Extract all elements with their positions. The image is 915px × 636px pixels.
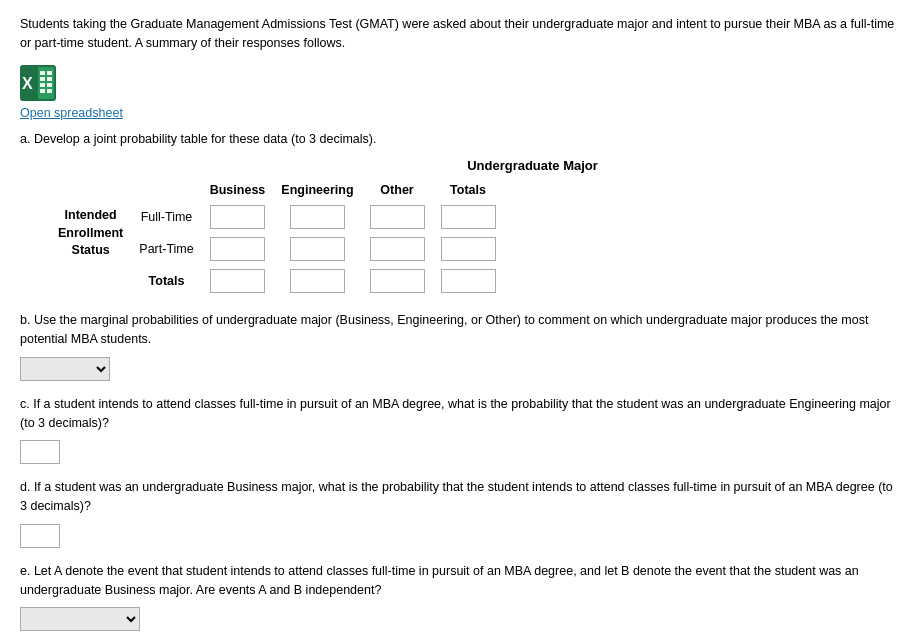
probability-table: Business Engineering Other Totals Intend…	[50, 179, 504, 297]
table-container: Undergraduate Major Business Engineering…	[50, 158, 895, 297]
col-header-totals: Totals	[433, 179, 504, 201]
question-c-label: c. If a student intends to attend classe…	[20, 395, 895, 433]
input-parttime-engineering[interactable]	[290, 237, 345, 261]
question-a: a. Develop a joint probability table for…	[20, 130, 895, 298]
question-d: d. If a student was an undergraduate Bus…	[20, 478, 895, 548]
fulltime-row-label: Full-Time	[131, 201, 201, 233]
input-parttime-business[interactable]	[210, 237, 265, 261]
col-header-other: Other	[362, 179, 433, 201]
cell-parttime-other[interactable]	[362, 233, 433, 265]
svg-rect-4	[40, 77, 45, 81]
question-c: c. If a student intends to attend classe…	[20, 395, 895, 465]
parttime-row-label: Part-Time	[131, 233, 201, 265]
intro-text: Students taking the Graduate Management …	[20, 15, 895, 53]
input-parttime-other[interactable]	[370, 237, 425, 261]
svg-rect-9	[47, 89, 52, 93]
input-totals-totals[interactable]	[441, 269, 496, 293]
question-e-label: e. Let A denote the event that student i…	[20, 562, 895, 600]
question-e: e. Let A denote the event that student i…	[20, 562, 895, 632]
totals-row-label: Totals	[131, 265, 201, 297]
question-c-input[interactable]	[20, 440, 60, 464]
svg-rect-7	[47, 83, 52, 87]
col-header-engineering: Engineering	[273, 179, 361, 201]
enrollment-label: Enrollment	[58, 225, 123, 243]
input-fulltime-engineering[interactable]	[290, 205, 345, 229]
question-b-label: b. Use the marginal probabilities of und…	[20, 311, 895, 349]
cell-parttime-engineering[interactable]	[273, 233, 361, 265]
svg-rect-3	[47, 71, 52, 75]
question-e-dropdown[interactable]: Yes No	[20, 607, 140, 631]
cell-fulltime-engineering[interactable]	[273, 201, 361, 233]
open-spreadsheet-link[interactable]: Open spreadsheet	[20, 106, 123, 120]
question-d-input[interactable]	[20, 524, 60, 548]
svg-rect-6	[40, 83, 45, 87]
table-row-fulltime: Intended Enrollment Status Full-Time	[50, 201, 504, 233]
excel-icon: X	[20, 65, 56, 106]
input-totals-engineering[interactable]	[290, 269, 345, 293]
question-d-label: d. If a student was an undergraduate Bus…	[20, 478, 895, 516]
cell-totals-other[interactable]	[362, 265, 433, 297]
cell-fulltime-other[interactable]	[362, 201, 433, 233]
cell-parttime-business[interactable]	[202, 233, 274, 265]
input-fulltime-other[interactable]	[370, 205, 425, 229]
input-fulltime-business[interactable]	[210, 205, 265, 229]
svg-rect-2	[40, 71, 45, 75]
svg-text:X: X	[22, 75, 33, 92]
question-b-dropdown[interactable]: Business Engineering Other	[20, 357, 110, 381]
cell-totals-engineering[interactable]	[273, 265, 361, 297]
question-b: b. Use the marginal probabilities of und…	[20, 311, 895, 381]
status-label: Status	[58, 242, 123, 260]
svg-rect-8	[40, 89, 45, 93]
input-totals-business[interactable]	[210, 269, 265, 293]
cell-fulltime-totals[interactable]	[433, 201, 504, 233]
question-a-label: a. Develop a joint probability table for…	[20, 130, 895, 149]
input-parttime-totals[interactable]	[441, 237, 496, 261]
cell-totals-business[interactable]	[202, 265, 274, 297]
cell-totals-totals[interactable]	[433, 265, 504, 297]
input-totals-other[interactable]	[370, 269, 425, 293]
cell-parttime-totals[interactable]	[433, 233, 504, 265]
input-fulltime-totals[interactable]	[441, 205, 496, 229]
table-row-totals: Totals	[50, 265, 504, 297]
excel-link-area: X Open spreadsheet	[20, 65, 895, 120]
col-header-business: Business	[202, 179, 274, 201]
svg-rect-5	[47, 77, 52, 81]
cell-fulltime-business[interactable]	[202, 201, 274, 233]
intended-label: Intended	[58, 207, 123, 225]
table-title: Undergraduate Major	[170, 158, 895, 173]
